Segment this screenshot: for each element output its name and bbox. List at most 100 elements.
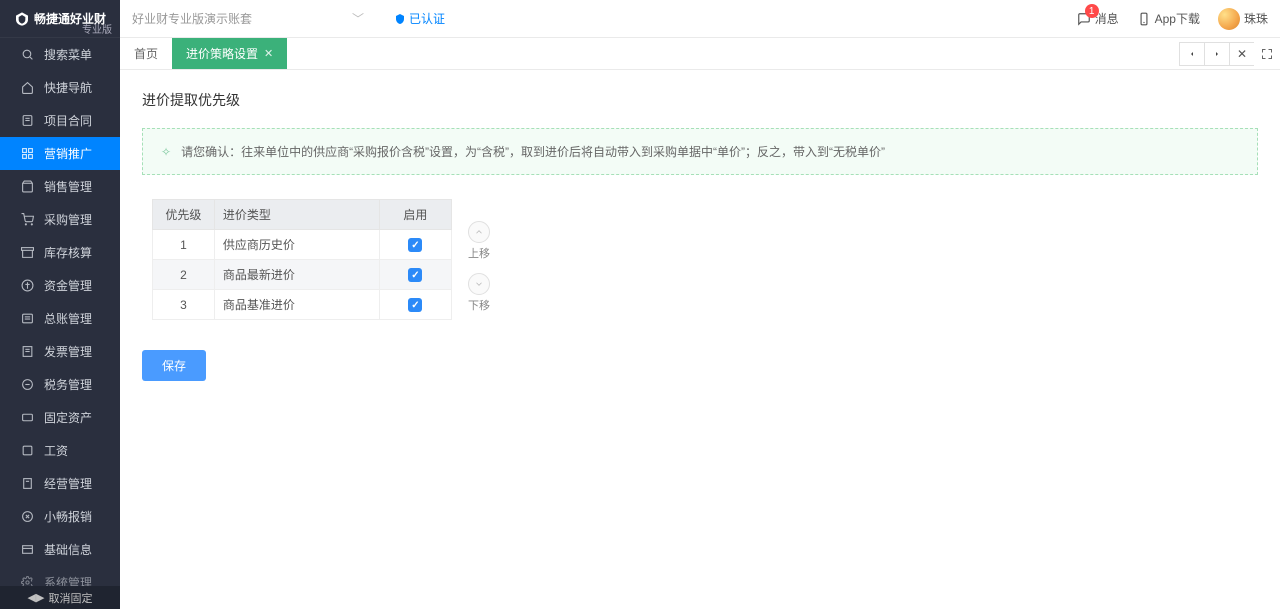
move-up-label: 上移 <box>468 245 490 261</box>
cell-type: 商品基准进价 <box>214 290 379 320</box>
home-icon <box>20 81 34 95</box>
table-row[interactable]: 2 商品最新进价 ✓ <box>153 260 452 290</box>
pin-toggle[interactable]: ◀▶ 取消固定 <box>0 586 120 609</box>
ledger-icon <box>20 312 34 326</box>
user-label: 珠珠 <box>1244 10 1268 27</box>
move-up-button[interactable]: 上移 <box>468 221 490 261</box>
cell-priority: 2 <box>153 260 215 290</box>
sidebar-item-system[interactable]: 系统管理 <box>0 566 120 586</box>
purchase-icon <box>20 213 34 227</box>
search-icon <box>20 48 34 62</box>
sidebar-item-label: 固定资产 <box>44 409 92 426</box>
sidebar-item-label: 小畅报销 <box>44 508 92 525</box>
pin-label: 取消固定 <box>48 590 92 606</box>
sidebar-item-label: 系统管理 <box>44 574 92 586</box>
col-priority: 优先级 <box>153 200 215 230</box>
phone-icon <box>1137 12 1151 26</box>
sidebar-item-label: 采购管理 <box>44 211 92 228</box>
cell-priority: 3 <box>153 290 215 320</box>
chevron-down-icon <box>468 273 490 295</box>
pin-icon: ◀▶ <box>28 591 45 604</box>
invoice-icon <box>20 345 34 359</box>
sidebar-item-asset[interactable]: 固定资产 <box>0 401 120 434</box>
verified-label: 已认证 <box>409 10 445 27</box>
sidebar-item-base[interactable]: 基础信息 <box>0 533 120 566</box>
inventory-icon <box>20 246 34 260</box>
tab-label: 进价策略设置 <box>186 45 258 62</box>
cell-enable: ✓ <box>379 260 451 290</box>
enable-toggle[interactable]: ✓ <box>408 298 422 312</box>
app-download-button[interactable]: App下载 <box>1137 10 1200 27</box>
sidebar-item-inventory[interactable]: 库存核算 <box>0 236 120 269</box>
asset-icon <box>20 411 34 425</box>
priority-table: 优先级 进价类型 启用 1 供应商历史价 ✓ 2 商品最新进价 ✓ 3 <box>152 199 452 320</box>
info-icon: ✧ <box>161 145 171 159</box>
sidebar-item-label: 工资 <box>44 442 68 459</box>
message-button[interactable]: 消息 1 <box>1077 10 1119 27</box>
enable-toggle[interactable]: ✓ <box>408 238 422 252</box>
sidebar-item-label: 总账管理 <box>44 310 92 327</box>
user-menu[interactable]: 珠珠 <box>1218 8 1268 30</box>
cell-priority: 1 <box>153 230 215 260</box>
funds-icon <box>20 279 34 293</box>
tabbar-controls: ✕ <box>1180 38 1280 69</box>
brand-edition: 专业版 <box>82 21 112 36</box>
sidebar-item-contract[interactable]: 项目合同 <box>0 104 120 137</box>
reimburse-icon <box>20 510 34 524</box>
chevron-up-icon <box>468 221 490 243</box>
sidebar-item-label: 快捷导航 <box>44 79 92 96</box>
sidebar-item-ledger[interactable]: 总账管理 <box>0 302 120 335</box>
page-title: 进价提取优先级 <box>142 90 1258 110</box>
table-row[interactable]: 1 供应商历史价 ✓ <box>153 230 452 260</box>
sidebar-item-quicknav[interactable]: 快捷导航 <box>0 71 120 104</box>
sidebar-item-purchase[interactable]: 采购管理 <box>0 203 120 236</box>
tab-active[interactable]: 进价策略设置 ✕ <box>172 38 287 69</box>
sidebar-item-biz[interactable]: 经营管理 <box>0 467 120 500</box>
sidebar-item-tax[interactable]: 税务管理 <box>0 368 120 401</box>
brand-logo: 畅捷通好业财 专业版 <box>0 0 120 38</box>
fullscreen-button[interactable] <box>1254 42 1280 66</box>
close-icon[interactable]: ✕ <box>264 47 273 60</box>
sales-icon <box>20 180 34 194</box>
alert-text: 请您确认：往来单位中的供应商“采购报价含税”设置，为“含税”，取到进价后将自动带… <box>181 143 885 160</box>
biz-icon <box>20 477 34 491</box>
col-enable: 启用 <box>379 200 451 230</box>
sidebar-item-label: 基础信息 <box>44 541 92 558</box>
sidebar-item-funds[interactable]: 资金管理 <box>0 269 120 302</box>
move-down-label: 下移 <box>468 297 490 313</box>
col-type: 进价类型 <box>214 200 379 230</box>
enable-toggle[interactable]: ✓ <box>408 268 422 282</box>
tax-icon <box>20 378 34 392</box>
sidebar-item-label: 库存核算 <box>44 244 92 261</box>
sidebar-item-label: 税务管理 <box>44 376 92 393</box>
avatar-icon <box>1218 8 1240 30</box>
tab-home[interactable]: 首页 <box>120 38 172 69</box>
contract-icon <box>20 114 34 128</box>
header: 好业财专业版演示账套 ﹀ 已认证 消息 1 App下载 珠珠 <box>120 0 1280 38</box>
info-alert: ✧ 请您确认：往来单位中的供应商“采购报价含税”设置，为“含税”，取到进价后将自… <box>142 128 1258 175</box>
move-down-button[interactable]: 下移 <box>468 273 490 313</box>
shield-icon <box>394 13 406 25</box>
sidebar-item-search[interactable]: 搜索菜单 <box>0 38 120 71</box>
brand-icon <box>14 11 30 27</box>
cell-type: 商品最新进价 <box>214 260 379 290</box>
move-controls: 上移 下移 <box>468 199 490 313</box>
sidebar-item-sales[interactable]: 销售管理 <box>0 170 120 203</box>
tab-close-all-button[interactable]: ✕ <box>1229 42 1255 66</box>
save-button[interactable]: 保存 <box>142 350 206 381</box>
sidebar-item-label: 经营管理 <box>44 475 92 492</box>
tab-next-button[interactable] <box>1204 42 1230 66</box>
tab-prev-button[interactable] <box>1179 42 1205 66</box>
table-row[interactable]: 3 商品基准进价 ✓ <box>153 290 452 320</box>
tabbar: 首页 进价策略设置 ✕ ✕ <box>120 38 1280 70</box>
header-right: 消息 1 App下载 珠珠 <box>1077 8 1268 30</box>
verified-badge[interactable]: 已认证 <box>394 10 445 27</box>
sidebar-item-label: 营销推广 <box>44 145 92 162</box>
tab-label: 首页 <box>134 45 158 62</box>
tenant-selector[interactable]: 好业财专业版演示账套 ﹀ <box>132 10 364 27</box>
sidebar-item-salary[interactable]: 工资 <box>0 434 120 467</box>
sidebar-item-invoice[interactable]: 发票管理 <box>0 335 120 368</box>
cell-enable: ✓ <box>379 290 451 320</box>
sidebar-item-reimburse[interactable]: 小畅报销 <box>0 500 120 533</box>
sidebar-item-marketing[interactable]: 营销推广 <box>0 137 120 170</box>
